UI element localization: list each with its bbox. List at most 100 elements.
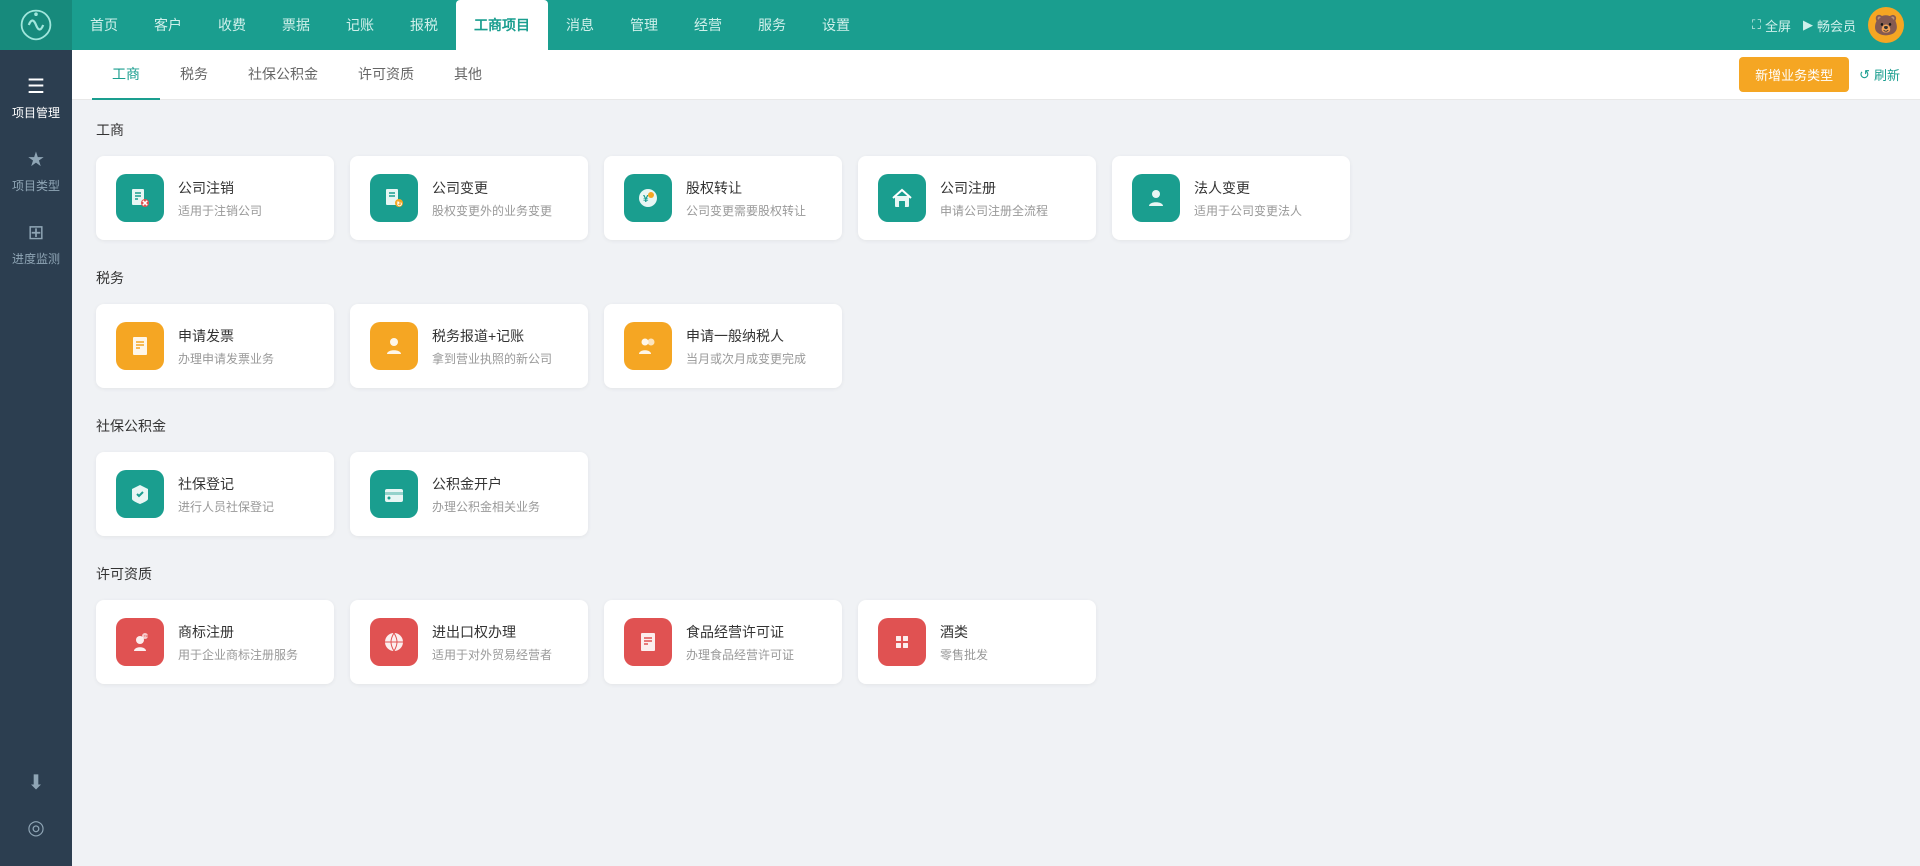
nav-item-记账[interactable]: 记账 [328, 0, 392, 50]
avatar[interactable]: 🐻 [1868, 7, 1904, 43]
section-许可资质: 许可资质™商标注册用于企业商标注册服务进出口权办理适用于对外贸易经营者食品经营许… [96, 564, 1896, 684]
card-name: 申请一般纳税人 [686, 326, 806, 346]
card-icon [878, 174, 926, 222]
add-type-button[interactable]: 新增业务类型 [1739, 57, 1849, 92]
card-icon [116, 470, 164, 518]
service-card[interactable]: 公司注销适用于注销公司 [96, 156, 334, 240]
sidebar-icon: ☰ [22, 72, 50, 100]
tab-税务[interactable]: 税务 [160, 50, 228, 100]
card-icon: ↻ [370, 174, 418, 222]
fullscreen-btn[interactable]: ⛶ 全屏 [1752, 16, 1791, 35]
card-name: 进出口权办理 [432, 622, 552, 642]
card-name: 公司注册 [940, 178, 1048, 198]
svg-text:™: ™ [144, 635, 149, 641]
nav-item-收费[interactable]: 收费 [200, 0, 264, 50]
service-card[interactable]: 酒类零售批发 [858, 600, 1096, 684]
sidebar-icon: ⊞ [22, 218, 50, 246]
card-icon [370, 322, 418, 370]
service-card[interactable]: 食品经营许可证办理食品经营许可证 [604, 600, 842, 684]
sidebar-bottom-item[interactable]: ⬇ [0, 760, 72, 805]
service-card[interactable]: 进出口权办理适用于对外贸易经营者 [350, 600, 588, 684]
refresh-button[interactable]: ↺ 刷新 [1859, 65, 1900, 84]
section-社保公积金: 社保公积金社保登记进行人员社保登记 公积金开户办理公积金相关业务 [96, 416, 1896, 536]
card-icon [624, 618, 672, 666]
nav-item-管理[interactable]: 管理 [612, 0, 676, 50]
service-card[interactable]: 公积金开户办理公积金相关业务 [350, 452, 588, 536]
service-card[interactable]: 申请一般纳税人当月或次月成变更完成 [604, 304, 842, 388]
card-info: 社保登记进行人员社保登记 [178, 474, 274, 515]
card-grid: ™商标注册用于企业商标注册服务进出口权办理适用于对外贸易经营者食品经营许可证办理… [96, 600, 1896, 684]
card-icon: ™ [116, 618, 164, 666]
section-title: 工商 [96, 120, 1896, 140]
card-info: 申请一般纳税人当月或次月成变更完成 [686, 326, 806, 367]
nav-item-设置[interactable]: 设置 [804, 0, 868, 50]
section-税务: 税务申请发票办理申请发票业务 税务报道+记账拿到营业执照的新公司 申请一般纳税人当月… [96, 268, 1896, 388]
tab-社保公积金[interactable]: 社保公积金 [228, 50, 338, 100]
card-grid: 社保登记进行人员社保登记 公积金开户办理公积金相关业务 [96, 452, 1896, 536]
card-grid: 公司注销适用于注销公司↻公司变更股权变更外的业务变更¥股权转让公司变更需要股权转… [96, 156, 1896, 240]
section-title: 社保公积金 [96, 416, 1896, 436]
card-name: 申请发票 [178, 326, 274, 346]
card-grid: 申请发票办理申请发票业务 税务报道+记账拿到营业执照的新公司 申请一般纳税人当月或次… [96, 304, 1896, 388]
card-icon [878, 618, 926, 666]
nav-item-经营[interactable]: 经营 [676, 0, 740, 50]
page-content: 工商公司注销适用于注销公司↻公司变更股权变更外的业务变更¥股权转让公司变更需要股… [72, 100, 1920, 866]
card-icon [1132, 174, 1180, 222]
content-area: 工商税务社保公积金许可资质其他 新增业务类型 ↺ 刷新 工商公司注销适用于注销公… [72, 50, 1920, 866]
service-card[interactable]: ™商标注册用于企业商标注册服务 [96, 600, 334, 684]
service-card[interactable]: ¥股权转让公司变更需要股权转让 [604, 156, 842, 240]
sidebar-bottom-item[interactable]: ◎ [0, 805, 72, 850]
card-icon [116, 322, 164, 370]
logo [0, 0, 72, 50]
card-desc: 进行人员社保登记 [178, 498, 274, 515]
section-title: 许可资质 [96, 564, 1896, 584]
nav-item-工商项目[interactable]: 工商项目 [456, 0, 548, 50]
sidebar-item-项目类型[interactable]: ★项目类型 [0, 133, 72, 206]
card-name: 税务报道+记账 [432, 326, 552, 346]
sidebar-item-进度监测[interactable]: ⊞进度监测 [0, 206, 72, 279]
card-info: 法人变更适用于公司变更法人 [1194, 178, 1302, 219]
card-desc: 当月或次月成变更完成 [686, 350, 806, 367]
nav-item-报税[interactable]: 报税 [392, 0, 456, 50]
top-nav-right: ⛶ 全屏 ▶ 畅会员 🐻 [1752, 7, 1920, 43]
service-card[interactable]: ↻公司变更股权变更外的业务变更 [350, 156, 588, 240]
nav-item-客户[interactable]: 客户 [136, 0, 200, 50]
service-card[interactable]: 公司注册申请公司注册全流程 [858, 156, 1096, 240]
tab-许可资质[interactable]: 许可资质 [338, 50, 434, 100]
card-info: 税务报道+记账拿到营业执照的新公司 [432, 326, 552, 367]
card-info: 公积金开户办理公积金相关业务 [432, 474, 540, 515]
vip-btn[interactable]: ▶ 畅会员 [1803, 16, 1856, 35]
nav-item-消息[interactable]: 消息 [548, 0, 612, 50]
nav-item-首页[interactable]: 首页 [72, 0, 136, 50]
card-desc: 适用于注销公司 [178, 202, 262, 219]
card-info: 食品经营许可证办理食品经营许可证 [686, 622, 794, 663]
card-name: 食品经营许可证 [686, 622, 794, 642]
main-layout: ☰项目管理★项目类型⊞进度监测 ⬇◎ 工商税务社保公积金许可资质其他 新增业务类… [0, 50, 1920, 866]
card-icon [116, 174, 164, 222]
tab-工商[interactable]: 工商 [92, 50, 160, 100]
card-name: 商标注册 [178, 622, 298, 642]
section-title: 税务 [96, 268, 1896, 288]
sidebar-item-项目管理[interactable]: ☰项目管理 [0, 60, 72, 133]
service-card[interactable]: 税务报道+记账拿到营业执照的新公司 [350, 304, 588, 388]
tab-其他[interactable]: 其他 [434, 50, 502, 100]
card-desc: 股权变更外的业务变更 [432, 202, 552, 219]
card-name: 社保登记 [178, 474, 274, 494]
card-info: 进出口权办理适用于对外贸易经营者 [432, 622, 552, 663]
card-info: 股权转让公司变更需要股权转让 [686, 178, 806, 219]
service-card[interactable]: 法人变更适用于公司变更法人 [1112, 156, 1350, 240]
card-icon [370, 470, 418, 518]
card-name: 公司注销 [178, 178, 262, 198]
section-工商: 工商公司注销适用于注销公司↻公司变更股权变更外的业务变更¥股权转让公司变更需要股… [96, 120, 1896, 240]
service-card[interactable]: 社保登记进行人员社保登记 [96, 452, 334, 536]
tab-bar: 工商税务社保公积金许可资质其他 新增业务类型 ↺ 刷新 [72, 50, 1920, 100]
card-name: 酒类 [940, 622, 988, 642]
nav-item-服务[interactable]: 服务 [740, 0, 804, 50]
card-name: 公积金开户 [432, 474, 540, 494]
card-icon [370, 618, 418, 666]
card-desc: 拿到营业执照的新公司 [432, 350, 552, 367]
card-name: 股权转让 [686, 178, 806, 198]
nav-item-票据[interactable]: 票据 [264, 0, 328, 50]
service-card[interactable]: 申请发票办理申请发票业务 [96, 304, 334, 388]
card-info: 酒类零售批发 [940, 622, 988, 663]
